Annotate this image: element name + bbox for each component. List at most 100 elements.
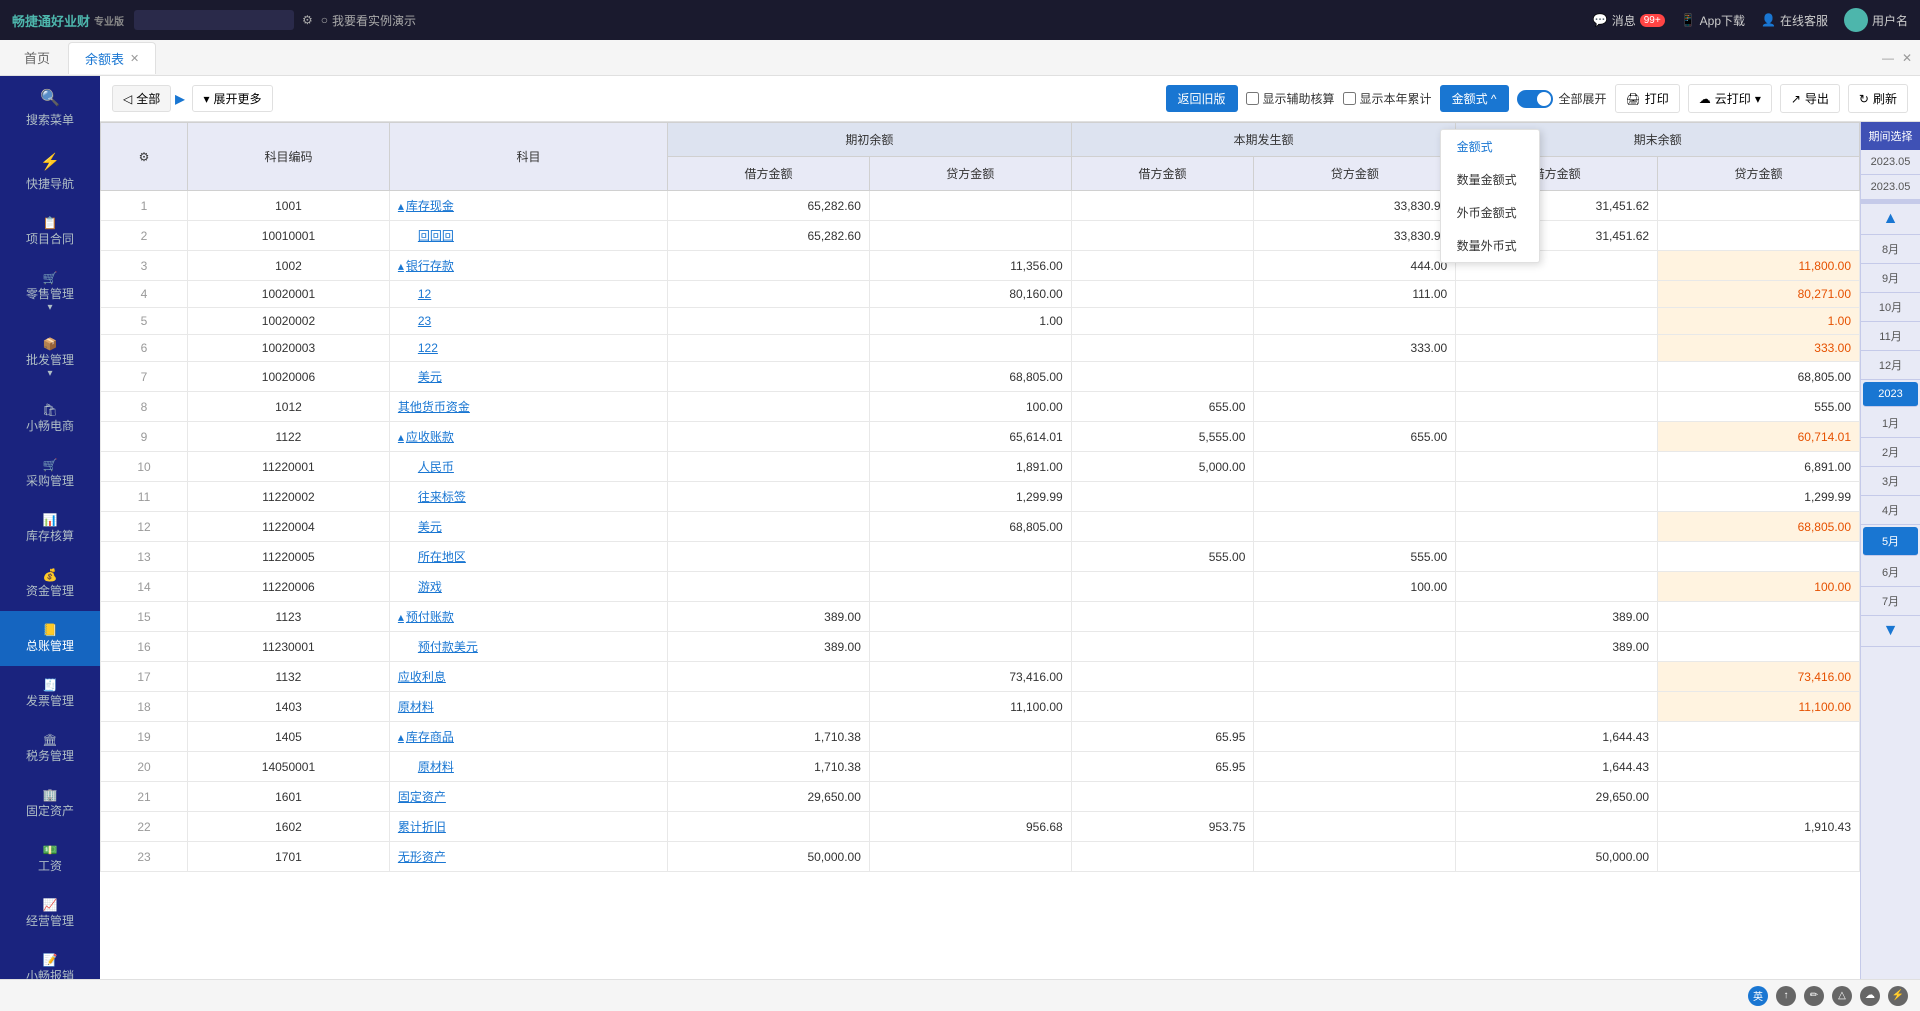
auxiliary-checkbox-input[interactable] bbox=[1246, 92, 1259, 105]
account-name[interactable]: 23 bbox=[389, 308, 667, 335]
cloud-print-btn[interactable]: ☁ 云打印 ▾ bbox=[1688, 84, 1772, 113]
account-name[interactable]: 游戏 bbox=[389, 572, 667, 602]
bottom-icon-edit[interactable]: ✏ bbox=[1804, 986, 1824, 1006]
sidebar-item-ecommerce[interactable]: 🛍 小畅电商 bbox=[0, 391, 100, 446]
bottom-icon-lightning[interactable]: ⚡ bbox=[1888, 986, 1908, 1006]
account-name[interactable]: 应收利息 bbox=[389, 662, 667, 692]
sidebar-item-search[interactable]: 🔍 搜索菜单 bbox=[0, 76, 100, 140]
month-3[interactable]: 3月 bbox=[1861, 467, 1920, 496]
breadcrumb-arrow[interactable]: ▶ bbox=[175, 92, 184, 106]
sidebar-item-inventory[interactable]: 📊 库存核算 bbox=[0, 501, 100, 556]
account-name[interactable]: 12 bbox=[389, 281, 667, 308]
col-opening-group: 期初余额 bbox=[668, 123, 1072, 157]
account-name[interactable]: 原材料 bbox=[389, 692, 667, 722]
bottom-icon-lang[interactable]: 英 bbox=[1748, 986, 1768, 1006]
month-12[interactable]: 12月 bbox=[1861, 351, 1920, 380]
sidebar-item-wholesale[interactable]: 📦 批发管理 ▾ bbox=[0, 325, 100, 391]
show-ytd-checkbox[interactable]: 显示本年累计 bbox=[1343, 90, 1432, 107]
account-name[interactable]: 其他货币资金 bbox=[389, 392, 667, 422]
account-name[interactable]: 固定资产 bbox=[389, 782, 667, 812]
app-download-action[interactable]: 📱 App下载 bbox=[1681, 12, 1745, 29]
ob-dr: 1,710.38 bbox=[668, 752, 870, 782]
sidebar-item-capital[interactable]: 💰 资金管理 bbox=[0, 556, 100, 611]
toggle-btn[interactable] bbox=[1517, 90, 1553, 108]
message-action[interactable]: 💬 消息 99+ bbox=[1593, 12, 1665, 29]
account-name[interactable]: 原材料 bbox=[389, 752, 667, 782]
month-4[interactable]: 4月 bbox=[1861, 496, 1920, 525]
month-11[interactable]: 11月 bbox=[1861, 322, 1920, 351]
nav-down-icon[interactable]: ▼ bbox=[1861, 616, 1920, 647]
account-name[interactable]: 累计折旧 bbox=[389, 812, 667, 842]
window-close[interactable]: ✕ bbox=[1902, 51, 1912, 65]
month-6[interactable]: 6月 bbox=[1861, 558, 1920, 587]
tab-balance-close[interactable]: ✕ bbox=[130, 52, 139, 65]
demo-link[interactable]: ○ 我要看实例演示 bbox=[321, 12, 416, 29]
sidebar-item-purchase[interactable]: 🛒 采购管理 bbox=[0, 446, 100, 501]
sidebar-item-tax[interactable]: 🏛 税务管理 bbox=[0, 721, 100, 776]
nav-up-icon[interactable]: ▲ bbox=[1861, 204, 1920, 235]
account-name[interactable]: 美元 bbox=[389, 362, 667, 392]
account-name[interactable]: 所在地区 bbox=[389, 542, 667, 572]
month-10[interactable]: 10月 bbox=[1861, 293, 1920, 322]
dropdown-amount[interactable]: 金额式 bbox=[1441, 130, 1539, 163]
account-name[interactable]: ▴应收账款 bbox=[389, 422, 667, 452]
cb-dr bbox=[1456, 335, 1658, 362]
sidebar-item-operations[interactable]: 📈 经营管理 bbox=[0, 886, 100, 941]
sidebar-item-fixed-asset[interactable]: 🏢 固定资产 bbox=[0, 776, 100, 831]
breadcrumb-btn[interactable]: ◁ 全部 bbox=[112, 85, 171, 112]
show-auxiliary-checkbox[interactable]: 显示辅助核算 bbox=[1246, 90, 1335, 107]
online-service-action[interactable]: 👤 在线客服 bbox=[1761, 12, 1828, 29]
tab-balance[interactable]: 余额表 ✕ bbox=[68, 42, 156, 74]
sidebar-item-payroll[interactable]: 💵 工资 bbox=[0, 831, 100, 886]
bottom-icon-cloud[interactable]: ☁ bbox=[1860, 986, 1880, 1006]
tab-home[interactable]: 首页 bbox=[8, 42, 66, 73]
account-name[interactable]: ▴库存商品 bbox=[389, 722, 667, 752]
expense-icon: 📝 bbox=[8, 953, 92, 967]
account-name[interactable]: ▴银行存款 bbox=[389, 251, 667, 281]
refresh-btn[interactable]: ↻ 刷新 bbox=[1848, 84, 1908, 113]
dropdown-fx-amount[interactable]: 外币金额式 bbox=[1441, 196, 1539, 229]
account-name[interactable]: 人民币 bbox=[389, 452, 667, 482]
table-container[interactable]: ⚙ 科目编码 科目 期初余额 本期发生额 期末余额 借方金额 贷方金额 借方金额… bbox=[100, 122, 1860, 979]
print-btn[interactable]: 🖨 打印 bbox=[1615, 84, 1680, 113]
year-2023[interactable]: 2023 bbox=[1863, 382, 1918, 407]
cb-cr: 11,100.00 bbox=[1658, 692, 1860, 722]
account-name[interactable]: 美元 bbox=[389, 512, 667, 542]
month-2[interactable]: 2月 bbox=[1861, 438, 1920, 467]
return-old-btn[interactable]: 返回旧版 bbox=[1166, 85, 1238, 112]
account-name[interactable]: 回回回 bbox=[389, 221, 667, 251]
ytd-checkbox-input[interactable] bbox=[1343, 92, 1356, 105]
expand-more-btn[interactable]: ▾ 展开更多 bbox=[192, 85, 272, 112]
sidebar-item-contract[interactable]: 📋 项目合同 bbox=[0, 204, 100, 259]
bottom-icon-triangle[interactable]: △ bbox=[1832, 986, 1852, 1006]
account-name[interactable]: 122 bbox=[389, 335, 667, 362]
period-2023-05-1[interactable]: 2023.05 bbox=[1861, 150, 1920, 175]
amount-mode-btn[interactable]: 金额式 ^ bbox=[1440, 85, 1509, 112]
sidebar-item-retail[interactable]: 🛒 零售管理 ▾ bbox=[0, 259, 100, 325]
sidebar-item-nav[interactable]: ⚡ 快捷导航 bbox=[0, 140, 100, 204]
account-name[interactable]: ▴库存现金 bbox=[389, 191, 667, 221]
account-name[interactable]: 预付款美元 bbox=[389, 632, 667, 662]
month-5[interactable]: 5月 bbox=[1863, 527, 1918, 556]
sidebar-item-expense[interactable]: 📝 小畅报销 bbox=[0, 941, 100, 979]
user-action[interactable]: 用户名 bbox=[1844, 8, 1908, 32]
account-name[interactable]: 往来标签 bbox=[389, 482, 667, 512]
account-name[interactable]: 无形资产 bbox=[389, 842, 667, 872]
col-settings[interactable]: ⚙ bbox=[101, 123, 188, 191]
bottom-icon-up[interactable]: ↑ bbox=[1776, 986, 1796, 1006]
dropdown-qty-amount[interactable]: 数量金额式 bbox=[1441, 163, 1539, 196]
month-7[interactable]: 7月 bbox=[1861, 587, 1920, 616]
dropdown-qty-fx[interactable]: 数量外币式 bbox=[1441, 229, 1539, 262]
period-dr bbox=[1071, 572, 1254, 602]
sidebar-item-invoice[interactable]: 🧾 发票管理 bbox=[0, 666, 100, 721]
period-2023-05-2[interactable]: 2023.05 bbox=[1861, 175, 1920, 200]
month-1[interactable]: 1月 bbox=[1861, 409, 1920, 438]
account-name[interactable]: ▴预付账款 bbox=[389, 602, 667, 632]
sidebar-item-ledger[interactable]: 📒 总账管理 bbox=[0, 611, 100, 666]
export-btn[interactable]: ↗ 导出 bbox=[1780, 84, 1840, 113]
settings-icon[interactable]: ⚙ bbox=[302, 13, 313, 27]
month-9[interactable]: 9月 bbox=[1861, 264, 1920, 293]
month-8[interactable]: 8月 bbox=[1861, 235, 1920, 264]
window-minimize[interactable]: — bbox=[1882, 51, 1894, 65]
title-input[interactable] bbox=[134, 10, 294, 30]
